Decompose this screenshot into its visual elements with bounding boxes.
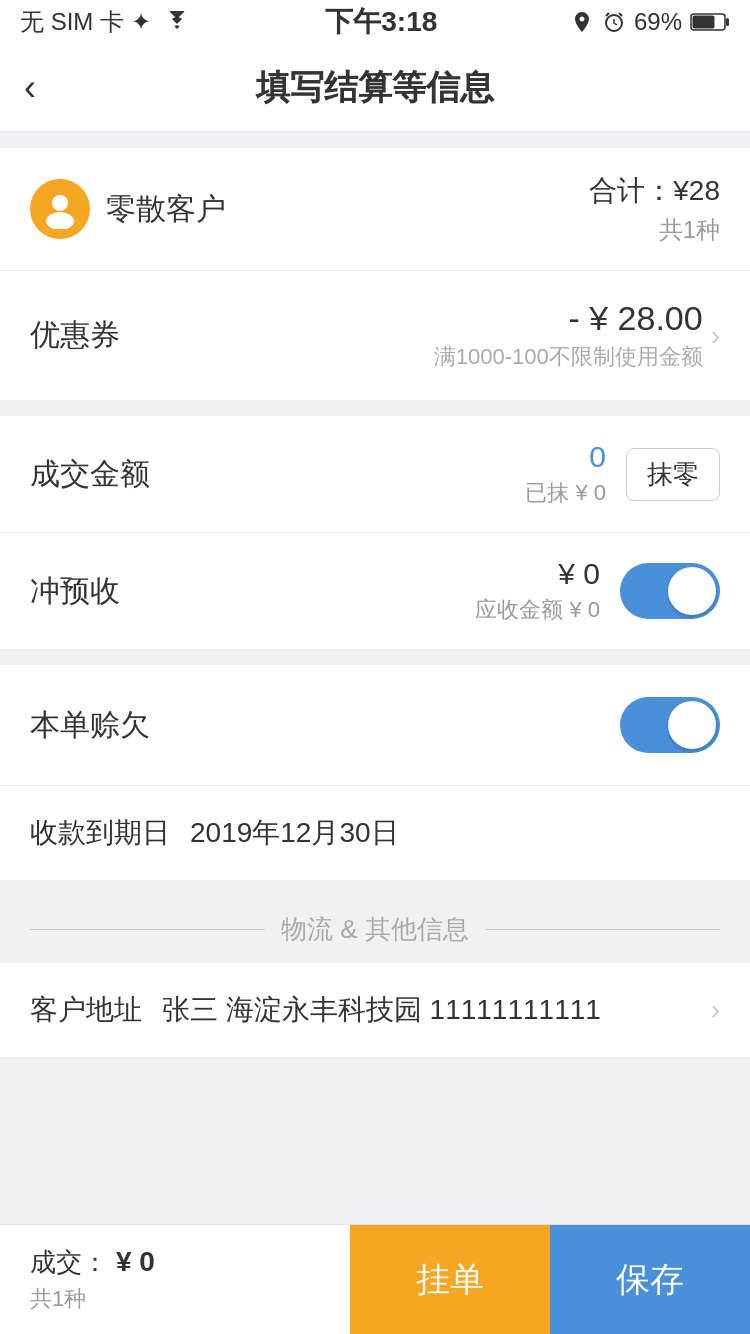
debit-toggle[interactable] [620, 697, 720, 753]
hold-button[interactable]: 挂单 [350, 1225, 550, 1334]
customer-avatar [30, 179, 90, 239]
deal-amount-sub: 已抹 ¥ 0 [525, 478, 606, 508]
status-time: 下午3:18 [325, 3, 437, 41]
nav-bar: ‹ 填写结算等信息 [0, 44, 750, 132]
logistics-divider-text: 物流 & 其他信息 [281, 912, 469, 947]
divider-line-left [30, 929, 265, 930]
address-label: 客户地址 [30, 991, 142, 1029]
address-row[interactable]: 客户地址 张三 海淀永丰科技园 11111111111 › [0, 963, 750, 1057]
customer-total: 合计：¥28 [589, 172, 720, 210]
svg-point-5 [46, 212, 74, 229]
logistics-divider: 物流 & 其他信息 [0, 896, 750, 963]
coupon-right: - ¥ 28.00 满1000-100不限制使用金额 › [434, 299, 720, 372]
footer-deal-amount: ¥ 0 [116, 1246, 155, 1278]
debit-label: 本单赊欠 [30, 705, 150, 746]
coupon-amount: - ¥ 28.00 [434, 299, 703, 338]
deal-amount-right: 0 已抹 ¥ 0 抹零 [525, 440, 720, 508]
customer-count: 共1种 [589, 214, 720, 246]
debit-row: 本单赊欠 [0, 665, 750, 785]
page-title: 填写结算等信息 [256, 65, 494, 111]
deal-amount-row: 成交金额 0 已抹 ¥ 0 抹零 [0, 416, 750, 533]
customer-name: 零散客户 [106, 189, 226, 230]
due-date-label: 收款到期日 [30, 814, 170, 852]
footer-info: 成交： ¥ 0 共1种 [0, 1225, 350, 1334]
prepayment-right: ¥ 0 应收金额 ¥ 0 [475, 557, 720, 625]
coupon-row[interactable]: 优惠券 - ¥ 28.00 满1000-100不限制使用金额 › [0, 270, 750, 400]
customer-right: 合计：¥28 共1种 [589, 172, 720, 246]
prepayment-sub: 应收金额 ¥ 0 [475, 595, 600, 625]
coupon-desc: 满1000-100不限制使用金额 [434, 342, 703, 372]
round-zero-button[interactable]: 抹零 [626, 448, 720, 501]
debit-section: 本单赊欠 收款到期日 2019年12月30日 [0, 665, 750, 880]
location-icon [570, 10, 594, 34]
no-sim-text: 无 SIM 卡 ✦ [20, 6, 151, 38]
customer-row: 零散客户 合计：¥28 共1种 [0, 148, 750, 270]
customer-section: 零散客户 合计：¥28 共1种 优惠券 - ¥ 28.00 满1000-100不… [0, 148, 750, 400]
save-button[interactable]: 保存 [550, 1225, 750, 1334]
footer-count: 共1种 [30, 1284, 320, 1314]
back-button[interactable]: ‹ [24, 67, 36, 109]
prepayment-toggle[interactable] [620, 563, 720, 619]
battery-icon [690, 12, 730, 32]
due-date-row[interactable]: 收款到期日 2019年12月30日 [0, 785, 750, 880]
due-date-value: 2019年12月30日 [190, 814, 399, 852]
prepayment-label: 冲预收 [30, 571, 120, 612]
prepayment-amount: ¥ 0 [558, 557, 600, 590]
svg-point-4 [52, 195, 68, 211]
address-value: 张三 海淀永丰科技园 11111111111 [162, 991, 711, 1029]
transaction-section: 成交金额 0 已抹 ¥ 0 抹零 冲预收 ¥ 0 应收金额 ¥ 0 [0, 416, 750, 649]
address-chevron: › [711, 994, 720, 1026]
footer-deal-label: 成交： [30, 1245, 108, 1280]
prepayment-row: 冲预收 ¥ 0 应收金额 ¥ 0 [0, 533, 750, 649]
footer: 成交： ¥ 0 共1种 挂单 保存 [0, 1224, 750, 1334]
status-bar: 无 SIM 卡 ✦ 下午3:18 69% [0, 0, 750, 44]
coupon-label: 优惠券 [30, 315, 120, 356]
deal-amount-label: 成交金额 [30, 454, 150, 495]
customer-left: 零散客户 [30, 179, 226, 239]
coupon-chevron-icon: › [711, 320, 720, 352]
svg-rect-2 [692, 16, 714, 29]
svg-rect-3 [726, 18, 729, 26]
deal-amount-value[interactable]: 0 [589, 440, 606, 473]
alarm-icon [602, 10, 626, 34]
status-right: 69% [570, 8, 730, 36]
battery-text: 69% [634, 8, 682, 36]
divider-line-right [485, 929, 720, 930]
wifi-icon [161, 11, 193, 33]
status-left: 无 SIM 卡 ✦ [20, 6, 193, 38]
customer-icon [40, 189, 80, 229]
address-section: 客户地址 张三 海淀永丰科技园 11111111111 › [0, 963, 750, 1057]
